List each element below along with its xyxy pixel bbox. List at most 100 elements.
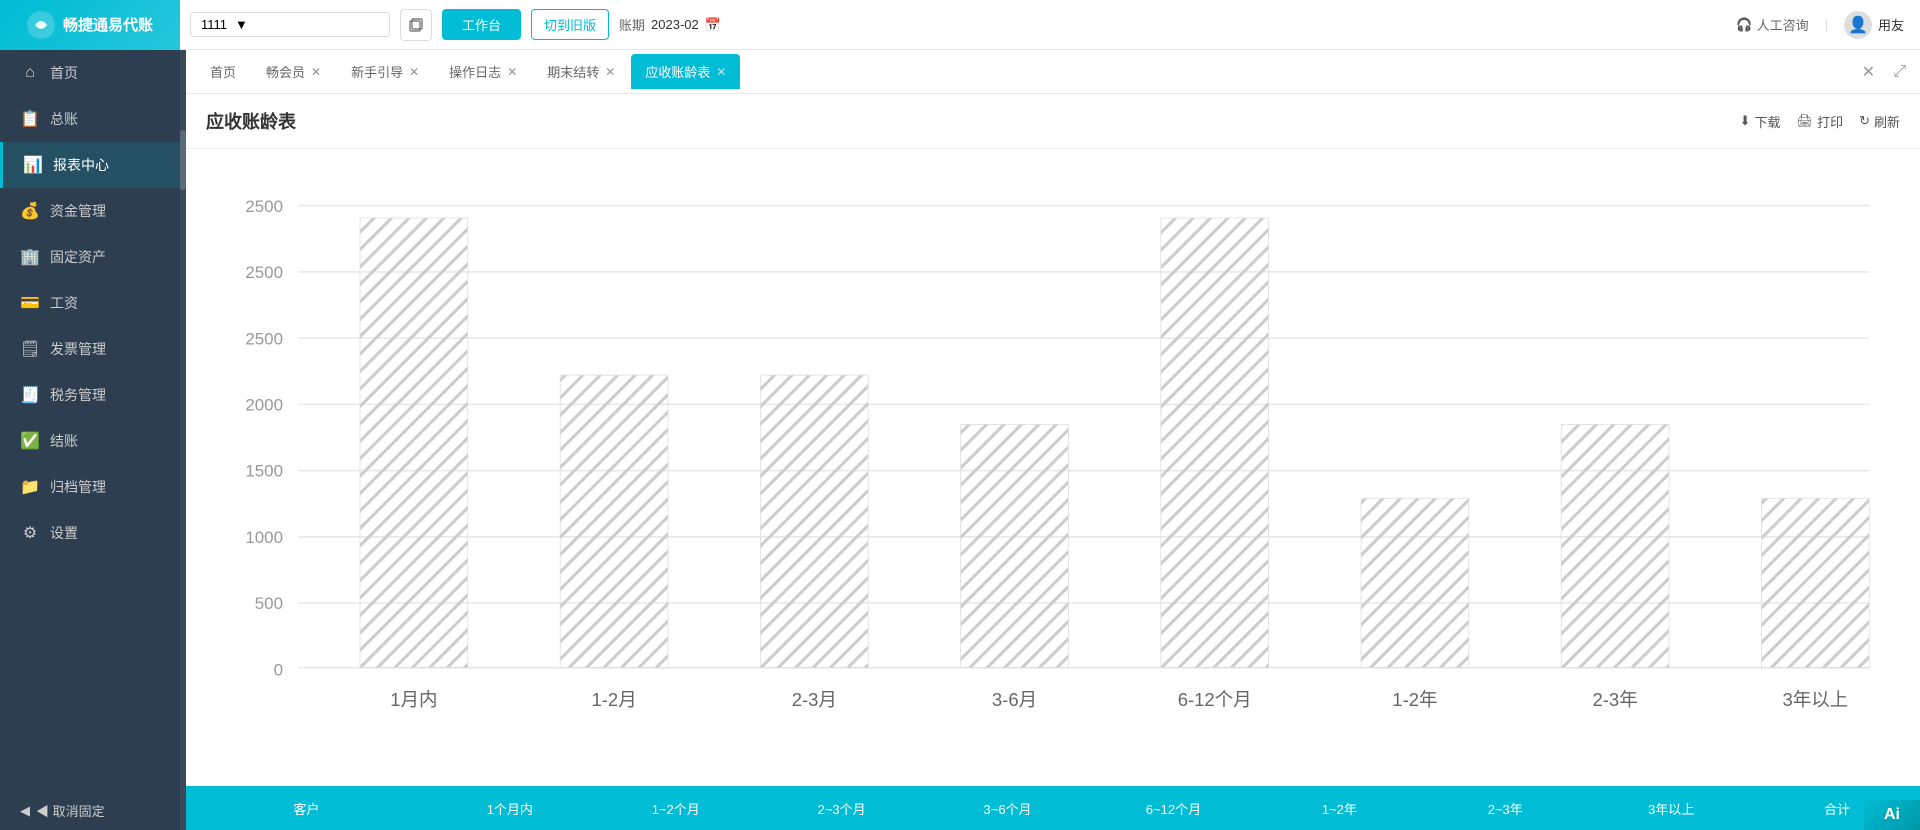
svg-text:3年以上: 3年以上 [1782,689,1848,710]
sidebar-item-asset[interactable]: 🏢 固定资产 [0,234,180,280]
tab-member[interactable]: 畅会员 ✕ [252,54,335,89]
tab-close-guide[interactable]: ✕ [409,65,419,79]
svg-text:2500: 2500 [245,197,283,216]
sidebar-item-salary[interactable]: 💳 工资 [0,280,180,326]
bar-chart: 2500 2500 2500 2000 1500 1000 500 0 [206,159,1900,776]
sidebar-icon-ledger: 📋 [20,109,40,129]
svg-text:0: 0 [274,660,283,679]
svg-text:2500: 2500 [245,263,283,282]
tab-close-log[interactable]: ✕ [507,65,517,79]
th-2~3年: 2~3年 [1422,799,1588,818]
svg-text:2500: 2500 [245,329,283,348]
sidebar-item-report[interactable]: 📊 报表中心 [0,142,180,188]
sidebar-icon-fund: 💰 [20,201,40,221]
tab-home[interactable]: 首页 [196,54,250,89]
bar-6-12个月[interactable] [1161,218,1269,668]
sidebar-label-home: 首页 [50,63,78,83]
tab-label-home: 首页 [210,62,236,81]
th-3年以上: 3年以上 [1588,799,1754,818]
bar-1-2月[interactable] [560,375,668,668]
download-icon: ⬇ [1740,113,1751,129]
sidebar-icon-archive: 📁 [20,477,40,497]
sidebar-item-archive[interactable]: 📁 归档管理 [0,464,180,510]
sidebar-label-archive: 归档管理 [50,477,106,497]
svg-text:1-2月: 1-2月 [592,689,637,710]
ai-badge[interactable]: Ai [1864,800,1920,830]
sidebar-icon-home: ⌂ [20,64,40,82]
sidebar-icon-settings: ⚙ [20,523,40,543]
sidebar-item-settings[interactable]: ⚙ 设置 [0,510,180,556]
tab-log[interactable]: 操作日志✕ [435,54,531,89]
tabs-bar: 首页畅会员✕新手引导✕操作日志✕期末结转✕应收账龄表✕ ✕ ⤢ [186,50,1920,94]
bar-3-6月[interactable] [961,424,1069,667]
tab-aging[interactable]: 应收账龄表✕ [631,54,740,89]
svg-text:2000: 2000 [245,396,283,415]
tab-close-member[interactable]: ✕ [311,65,321,79]
tabs-actions: ✕ ⤢ [1858,58,1910,86]
user-area[interactable]: 👤 用友 [1844,11,1904,39]
th-1个月内: 1个月内 [427,799,593,818]
maximize-tab-btn[interactable]: ⤢ [1889,59,1910,85]
sidebar-label-salary: 工资 [50,293,78,313]
th-1~2年: 1~2年 [1256,799,1422,818]
bar-1-2年[interactable] [1361,498,1469,667]
avatar: 👤 [1844,11,1872,39]
sidebar-item-invoice[interactable]: 🗒 发票管理 [0,326,180,372]
sidebar-item-ledger[interactable]: 📋 总账 [0,96,180,142]
period-area: 账期 2023-02 📅 [619,15,721,34]
header-right: 🎧 人工咨询 | 👤 用友 [1736,11,1904,39]
bar-3年以上[interactable] [1761,498,1869,667]
period-value: 2023-02 [651,17,699,32]
th-2~3个月: 2~3个月 [759,799,925,818]
th-3~6个月: 3~6个月 [925,799,1091,818]
svg-text:1月内: 1月内 [390,689,437,710]
page-content: 应收账龄表 ⬇ 下载 🖨 打印 ↻ 刷新 [186,94,1920,830]
svg-text:6-12个月: 6-12个月 [1178,689,1252,710]
refresh-icon: ↻ [1859,113,1870,129]
tab-guide[interactable]: 新手引导✕ [337,54,433,89]
consultant-button[interactable]: 🎧 人工咨询 [1736,15,1808,34]
main-layout: ⌂ 首页 📋 总账 📊 报表中心 💰 资金管理 🏢 固定资产 💳 工资 🗒 发票… [0,50,1920,830]
tab-label-member: 畅会员 [266,62,305,81]
svg-text:1-2年: 1-2年 [1392,689,1437,710]
print-button[interactable]: 🖨 打印 [1797,112,1844,131]
copy-icon-btn[interactable] [400,9,432,41]
sidebar-label-tax: 税务管理 [50,385,106,405]
page-actions: ⬇ 下载 🖨 打印 ↻ 刷新 [1740,112,1900,131]
bar-2-3月[interactable] [760,375,868,668]
calendar-icon[interactable]: 📅 [705,17,721,33]
unpin-icon: ◀ [20,803,30,819]
sidebar-item-home[interactable]: ⌂ 首页 [0,50,180,96]
svg-text:500: 500 [255,594,283,613]
selector-arrow: ▼ [235,17,248,32]
svg-text:3-6月: 3-6月 [992,689,1037,710]
print-icon: 🖨 [1797,113,1814,129]
close-tab-btn[interactable]: ✕ [1858,58,1879,86]
th-6~12个月: 6~12个月 [1090,799,1256,818]
sidebar: ⌂ 首页 📋 总账 📊 报表中心 💰 资金管理 🏢 固定资产 💳 工资 🗒 发票… [0,50,180,830]
tab-label-period-end: 期末结转 [547,62,599,81]
sidebar-label-settings: 设置 [50,523,78,543]
refresh-button[interactable]: ↻ 刷新 [1859,112,1900,131]
sidebar-icon-settle: ✅ [20,431,40,451]
sidebar-item-tax[interactable]: 🧾 税务管理 [0,372,180,418]
company-selector[interactable]: 1111 ▼ [190,12,390,37]
tab-close-aging[interactable]: ✕ [716,65,726,79]
company-name: 1111 [201,17,227,32]
sidebar-item-fund[interactable]: 💰 资金管理 [0,188,180,234]
th-客户: 客户 [186,799,427,818]
th-1~2个月: 1~2个月 [593,799,759,818]
workbench-button[interactable]: 工作台 [442,9,521,40]
logo: 畅捷通易代账 [0,0,180,50]
bar-1月内[interactable] [360,218,468,668]
svg-text:1000: 1000 [245,528,283,547]
download-button[interactable]: ⬇ 下载 [1740,112,1781,131]
user-name: 用友 [1878,15,1904,34]
svg-text:2-3年: 2-3年 [1593,689,1638,710]
switch-version-button[interactable]: 切到旧版 [531,9,609,40]
tab-period-end[interactable]: 期末结转 ✕ [533,54,629,89]
unpin-button[interactable]: ◀ ◀ 取消固定 [0,791,180,830]
tab-close-period-end[interactable]: ✕ [605,65,615,79]
bar-2-3年[interactable] [1561,424,1669,667]
sidebar-item-settle[interactable]: ✅ 结账 [0,418,180,464]
